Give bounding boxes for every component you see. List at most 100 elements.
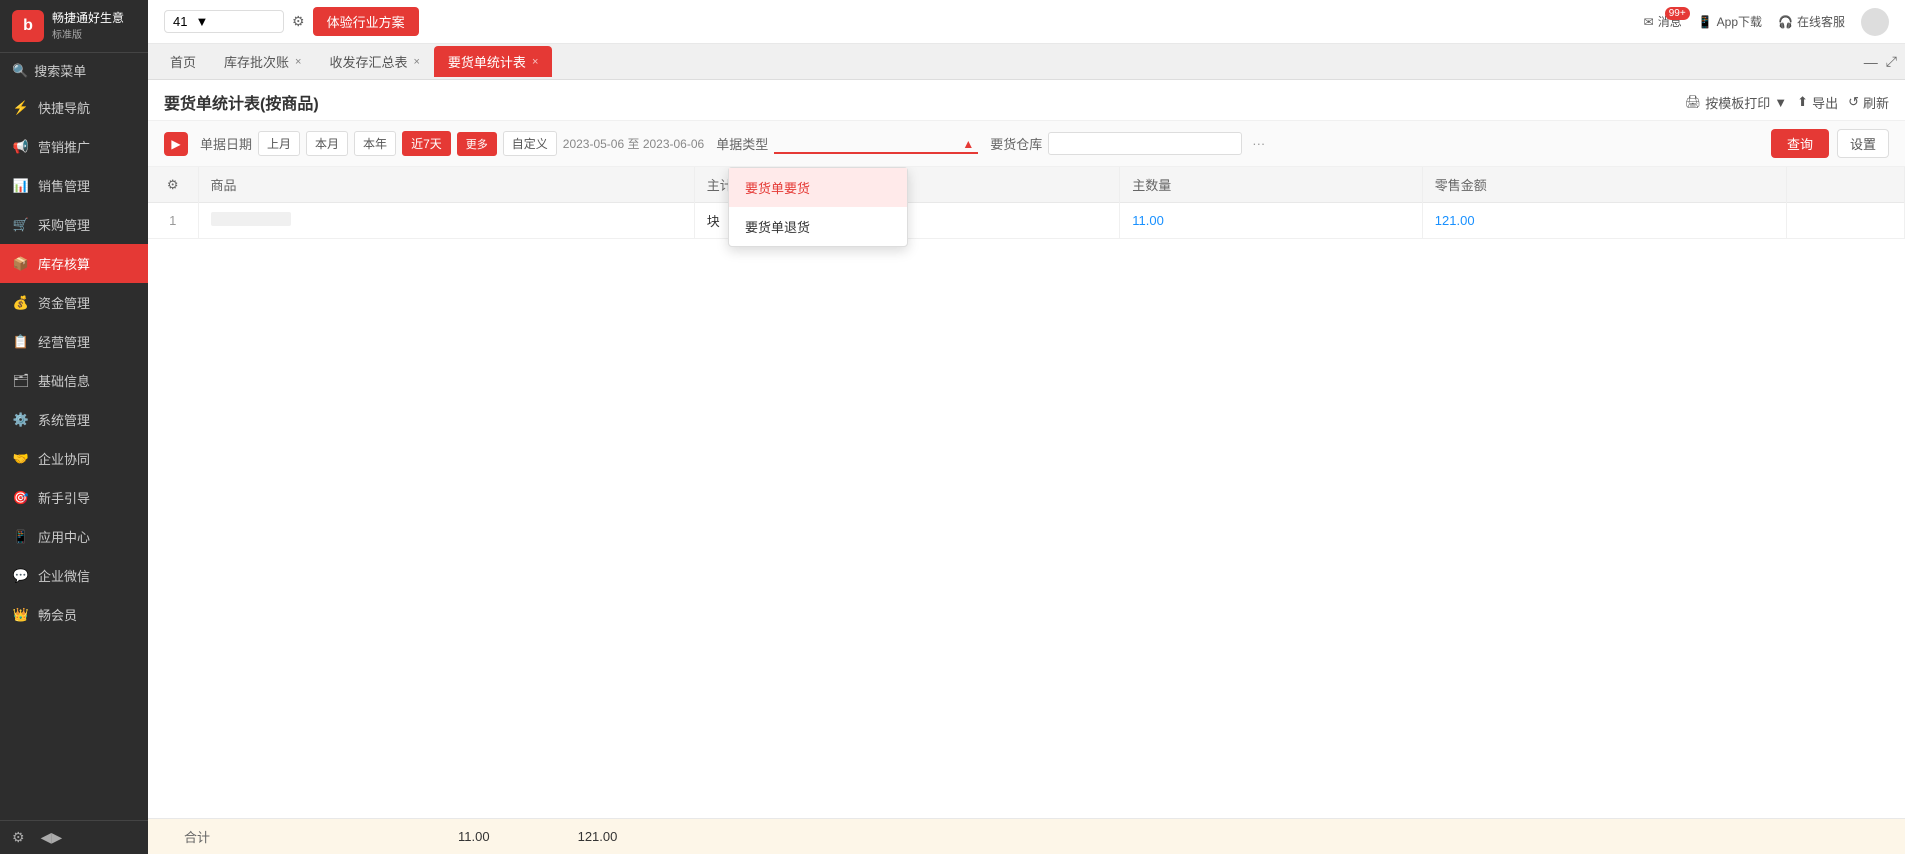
cell-qty[interactable]: 11.00 (1120, 203, 1423, 239)
sidebar-item-label: 采购管理 (38, 215, 90, 234)
tab-batch-account-label: 库存批次账 (224, 52, 289, 71)
sidebar-item-cooperation[interactable]: 🤝 企业协同 (0, 439, 148, 478)
col-qty: 主数量 (1120, 167, 1423, 203)
print-chevron-icon: ▼ (1774, 95, 1787, 110)
footer-amount-value: 121.00 (578, 829, 618, 844)
marketing-icon: 📢 (12, 138, 30, 156)
query-button[interactable]: 查询 (1771, 129, 1829, 158)
sidebar-item-guide[interactable]: 🎯 新手引导 (0, 478, 148, 517)
export-label: 导出 (1812, 93, 1838, 112)
page-content: 要货单统计表(按商品) 🖨 按模板打印 ▼ ⬆ 导出 ↺ 刷新 (148, 80, 1905, 854)
system-icon: ⚙️ (12, 411, 30, 429)
sidebar-item-member[interactable]: 👑 畅会员 (0, 595, 148, 634)
print-button[interactable]: 🖨 按模板打印 ▼ (1685, 93, 1787, 112)
sidebar-item-purchase[interactable]: 🛒 采购管理 (0, 205, 148, 244)
sidebar-item-wechat[interactable]: 💬 企业微信 (0, 556, 148, 595)
col-product: 商品 (198, 167, 694, 203)
sidebar-item-label: 基础信息 (38, 371, 90, 390)
filter-more-dots[interactable]: ··· (1252, 136, 1265, 151)
message-badge: 99+ (1665, 7, 1690, 20)
cell-amount[interactable]: 121.00 (1422, 203, 1786, 239)
sidebar-item-operations[interactable]: 📋 经营管理 (0, 322, 148, 361)
app-version: 标准版 (52, 26, 124, 41)
tab-home-label: 首页 (170, 52, 196, 71)
guide-icon: 🎯 (12, 489, 30, 507)
date-filter-label: 单据日期 (200, 134, 252, 153)
tab-collect-summary[interactable]: 收发存汇总表 × (315, 46, 433, 77)
sidebar-item-label: 企业协同 (38, 449, 90, 468)
sidebar-item-sales[interactable]: 📊 销售管理 (0, 166, 148, 205)
type-filter-label: 单据类型 (716, 134, 768, 153)
sidebar-item-label: 经营管理 (38, 332, 90, 351)
cooperation-icon: 🤝 (12, 450, 30, 468)
date-this-month-button[interactable]: 本月 (306, 131, 348, 156)
export-icon: ⬆ (1797, 94, 1808, 110)
inventory-icon: 📦 (12, 255, 30, 273)
tab-expand-icon[interactable]: ⤢ (1886, 53, 1897, 70)
col-extra (1786, 167, 1904, 203)
quick-nav-icon: ⚡ (12, 99, 30, 117)
date-filter-group: 单据日期 上月 本月 本年 近7天 更多 自定义 2023-05-06 至 20… (200, 131, 704, 156)
page-header: 要货单统计表(按商品) 🖨 按模板打印 ▼ ⬆ 导出 ↺ 刷新 (148, 80, 1905, 121)
sidebar-item-app-center[interactable]: 📱 应用中心 (0, 517, 148, 556)
collapse-sidebar-icon[interactable]: ◀▶ (41, 829, 63, 846)
wechat-icon: 💬 (12, 567, 30, 585)
refresh-icon: ↺ (1848, 94, 1859, 110)
topbar-gear-icon[interactable]: ⚙ (292, 13, 305, 30)
sidebar-item-label: 企业微信 (38, 566, 90, 585)
message-icon: ✉ (1644, 15, 1654, 29)
filter-expand-button[interactable]: ▶ (164, 132, 188, 156)
user-avatar[interactable] (1861, 8, 1889, 36)
sidebar-item-finance[interactable]: 💰 资金管理 (0, 283, 148, 322)
warehouse-filter-label: 要货仓库 (990, 134, 1042, 153)
tab-collect-summary-close[interactable]: × (413, 56, 419, 68)
online-service-label: 在线客服 (1797, 13, 1845, 30)
online-service-button[interactable]: 🎧 在线客服 (1778, 13, 1845, 30)
sidebar-item-quick-nav[interactable]: ⚡ 快捷导航 (0, 88, 148, 127)
sidebar-item-marketing[interactable]: 📢 营销推广 (0, 127, 148, 166)
sidebar-item-label: 库存核算 (38, 254, 90, 273)
sidebar-item-label: 新手引导 (38, 488, 90, 507)
col-settings[interactable]: ⚙ (148, 167, 198, 203)
date-prev-month-button[interactable]: 上月 (258, 131, 300, 156)
tab-batch-account[interactable]: 库存批次账 × (210, 46, 315, 77)
sidebar: b 畅捷通好生意 标准版 🔍 搜索菜单 ⚡ 快捷导航 📢 营销推广 📊 销售管理… (0, 0, 148, 854)
tab-order-stats-close[interactable]: × (532, 56, 538, 68)
dropdown-item-label: 要货单退货 (745, 220, 810, 235)
tab-minimize-icon[interactable]: — (1864, 54, 1878, 70)
date-custom-button[interactable]: 自定义 (503, 131, 557, 156)
sidebar-item-basic[interactable]: 🗂 基础信息 (0, 361, 148, 400)
sidebar-item-inventory[interactable]: 📦 库存核算 (0, 244, 148, 283)
messages-button[interactable]: ✉ 消息 99+ (1644, 13, 1682, 30)
search-menu-item[interactable]: 🔍 搜索菜单 (0, 53, 148, 88)
dropdown-item-purchase-order[interactable]: 要货单要货 (729, 168, 907, 207)
settings-bottom-icon[interactable]: ⚙ (12, 829, 25, 846)
set-button[interactable]: 设置 (1837, 129, 1889, 158)
app-name: 畅捷通好生意 (52, 11, 124, 27)
tab-home[interactable]: 首页 (156, 46, 210, 77)
sidebar-item-label: 快捷导航 (38, 98, 90, 117)
sidebar-bottom: ⚙ ◀▶ (0, 820, 148, 854)
filter-actions: 查询 设置 (1771, 129, 1889, 158)
refresh-button[interactable]: ↺ 刷新 (1848, 93, 1889, 112)
product-placeholder (211, 212, 291, 226)
type-select-wrapper: ▲ (774, 133, 978, 154)
sidebar-item-system[interactable]: ⚙️ 系统管理 (0, 400, 148, 439)
tab-batch-account-close[interactable]: × (295, 56, 301, 68)
date-more-button[interactable]: 更多 (457, 132, 497, 156)
dropdown-item-return-order[interactable]: 要货单退货 (729, 207, 907, 246)
date-this-year-button[interactable]: 本年 (354, 131, 396, 156)
table-area: 要货单要货 要货单退货 ⚙ 商品 主计量单 (148, 167, 1905, 818)
company-selector[interactable]: 41 ▼ (164, 10, 284, 33)
trial-button[interactable]: 体验行业方案 (313, 7, 419, 36)
search-icon: 🔍 (12, 63, 28, 79)
warehouse-input[interactable] (1048, 132, 1242, 155)
warehouse-filter-group: 要货仓库 ··· (990, 132, 1265, 155)
print-icon: 🖨 (1685, 94, 1702, 110)
app-download-button[interactable]: 📱 App下载 (1698, 13, 1762, 30)
date-last-7days-button[interactable]: 近7天 (402, 131, 451, 156)
cell-row-no: 1 (148, 203, 198, 239)
type-select-input[interactable] (774, 133, 978, 154)
tab-order-stats[interactable]: 要货单统计表 × (434, 46, 552, 77)
export-button[interactable]: ⬆ 导出 (1797, 93, 1838, 112)
